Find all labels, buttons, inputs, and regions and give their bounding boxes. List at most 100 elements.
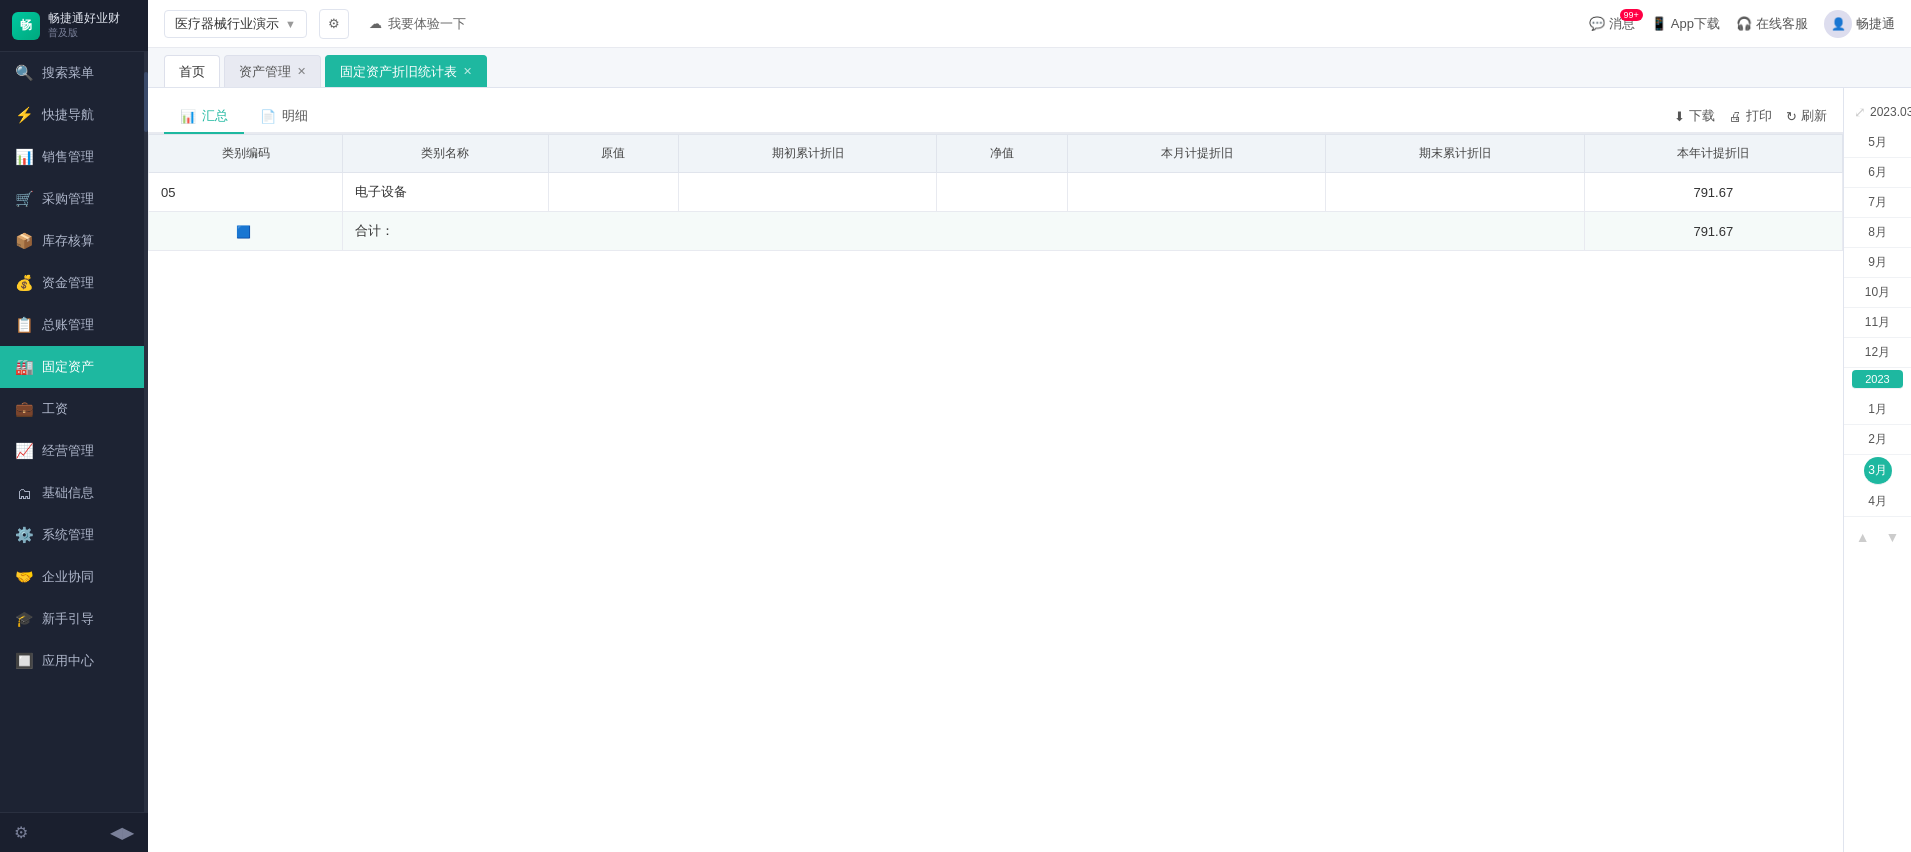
- tab-label-assets: 资产管理: [239, 63, 291, 81]
- date-panel-header: 2023.03: [1870, 101, 1911, 123]
- message-badge: 99+: [1620, 9, 1643, 21]
- experience-label: 我要体验一下: [388, 15, 466, 33]
- date-month-12月[interactable]: 12月: [1844, 338, 1911, 368]
- inventory-icon: 📦: [14, 231, 34, 251]
- tab-close-icon[interactable]: ✕: [463, 65, 472, 78]
- date-panel: ⤢ 2023.03 ✕ 5月6月7月8月9月10月11月12月 2023 1月2…: [1843, 88, 1911, 852]
- col-period-end-accum: 期末累计折旧: [1326, 135, 1584, 173]
- search-icon: 🔍: [14, 63, 34, 83]
- message-icon: 💬: [1589, 16, 1605, 31]
- sidebar-item-quicknav[interactable]: ⚡快捷导航: [0, 94, 148, 136]
- subtotal-label: 合计：: [355, 223, 394, 238]
- print-button[interactable]: 🖨 打印: [1729, 107, 1772, 125]
- date-prev-icon[interactable]: ▲: [1852, 525, 1874, 549]
- date-month-11月[interactable]: 11月: [1844, 308, 1911, 338]
- company-chevron-icon: ▼: [285, 18, 296, 30]
- sidebar-item-guide[interactable]: 🎓新手引导: [0, 598, 148, 640]
- sidebar-item-sales[interactable]: 📊 销售管理: [0, 136, 148, 178]
- subtab-detail[interactable]: 📄 明细: [244, 100, 324, 134]
- topbar-right: 💬 消息 99+ 📱 App下载 🎧 在线客服 👤 畅捷通: [1589, 10, 1895, 38]
- date-section-2023: 1月2月3月4月: [1844, 395, 1911, 517]
- col-year-depr: 本年计提折旧: [1584, 135, 1842, 173]
- finance-icon: 💰: [14, 273, 34, 293]
- app-icon: 📱: [1651, 16, 1667, 31]
- download-label: 下载: [1689, 107, 1715, 125]
- date-month-9月[interactable]: 9月: [1844, 248, 1911, 278]
- app-download-button[interactable]: 📱 App下载: [1651, 15, 1720, 33]
- sidebar-label-fixed: 固定资产: [42, 358, 94, 376]
- experience-button[interactable]: ☁ 我要体验一下: [361, 11, 474, 37]
- company-selector[interactable]: 医疗器械行业演示 ▼: [164, 10, 307, 38]
- refresh-icon: ↻: [1786, 109, 1797, 124]
- cell-original: [548, 173, 679, 212]
- sidebar-item-basic[interactable]: 🗂基础信息: [0, 472, 148, 514]
- sidebar-item-search[interactable]: 🔍搜索菜单: [0, 52, 148, 94]
- date-month-5月[interactable]: 5月: [1844, 128, 1911, 158]
- subtotal-row: 🟦 合计： 791.67: [149, 212, 1843, 251]
- date-month-2023-3月[interactable]: 3月: [1864, 457, 1892, 485]
- col-original: 原值: [548, 135, 679, 173]
- message-button[interactable]: 💬 消息 99+: [1589, 15, 1635, 33]
- sidebar-label-operation: 经营管理: [42, 442, 94, 460]
- date-month-2023-2月[interactable]: 2月: [1844, 425, 1911, 455]
- basic-icon: 🗂: [14, 483, 34, 503]
- subtabs-left: 📊 汇总 📄 明细: [164, 100, 324, 132]
- ledger-icon: 📋: [14, 315, 34, 335]
- sidebar-item-ledger[interactable]: 📋 总账管理: [0, 304, 148, 346]
- detail-label: 明细: [282, 107, 308, 125]
- col-period-accum: 期初累计折旧: [679, 135, 937, 173]
- date-section-prev: 5月6月7月8月9月10月11月12月: [1844, 128, 1911, 368]
- online-service-button[interactable]: 🎧 在线客服: [1736, 15, 1808, 33]
- cell-period-end-accum: [1326, 173, 1584, 212]
- sidebar-label-quicknav: 快捷导航: [42, 106, 94, 124]
- tab-depreciation[interactable]: 固定资产折旧统计表 ✕: [325, 55, 487, 87]
- sidebar-label-finance: 资金管理: [42, 274, 94, 292]
- sidebar-item-appstore[interactable]: 🔲应用中心: [0, 640, 148, 682]
- download-button[interactable]: ⬇ 下载: [1674, 107, 1715, 125]
- year-2023-tag[interactable]: 2023: [1852, 370, 1903, 389]
- appstore-icon: 🔲: [14, 651, 34, 671]
- date-month-2023-4月[interactable]: 4月: [1844, 487, 1911, 517]
- sidebar-item-fixed[interactable]: 🏭 固定资产: [0, 346, 148, 388]
- sidebar-item-purchase[interactable]: 🛒采购管理: [0, 178, 148, 220]
- date-month-6月[interactable]: 6月: [1844, 158, 1911, 188]
- logo-icon: 畅: [12, 12, 40, 40]
- depreciation-table: 类别编码 类别名称 原值 期初累计折旧 净值 本月计提折旧 期末累计折旧 本年计…: [148, 134, 1843, 251]
- date-next-icon[interactable]: ▼: [1882, 525, 1904, 549]
- cell-month-depr: [1067, 173, 1325, 212]
- col-code: 类别编码: [149, 135, 343, 173]
- tab-home[interactable]: 首页: [164, 55, 220, 87]
- collapse-icon[interactable]: ◀▶: [110, 823, 134, 842]
- content-area: 📊 汇总 📄 明细 ⬇ 下载 🖨 打印: [148, 88, 1911, 852]
- subtotal-label-cell: 🟦: [149, 212, 343, 251]
- print-icon: 🖨: [1729, 109, 1742, 124]
- subtab-summary[interactable]: 📊 汇总: [164, 100, 244, 134]
- date-month-2023-1月[interactable]: 1月: [1844, 395, 1911, 425]
- detail-icon: 📄: [260, 109, 276, 124]
- sidebar-item-salary[interactable]: 💼工资: [0, 388, 148, 430]
- sidebar: 畅 畅捷通好业财 普及版 🔍搜索菜单⚡快捷导航📊销售管理🛒采购管理📦库存核算💰资…: [0, 0, 148, 852]
- sidebar-item-corp[interactable]: 🤝企业协同: [0, 556, 148, 598]
- sidebar-item-system[interactable]: ⚙️系统管理: [0, 514, 148, 556]
- tab-label-depreciation: 固定资产折旧统计表: [340, 63, 457, 81]
- sidebar-item-operation[interactable]: 📈经营管理: [0, 430, 148, 472]
- purchase-icon: 🛒: [14, 189, 34, 209]
- settings-icon[interactable]: ⚙: [14, 823, 28, 842]
- sidebar-label-ledger: 总账管理: [42, 316, 94, 334]
- sidebar-nav: 🔍搜索菜单⚡快捷导航 📊 销售管理 🛒采购管理📦库存核算 💰 资金管理 📋 总账管理 🏭 固定资产…: [0, 52, 148, 812]
- tab-assets[interactable]: 资产管理 ✕: [224, 55, 321, 87]
- tab-close-icon[interactable]: ✕: [297, 65, 306, 78]
- user-area[interactable]: 👤 畅捷通: [1824, 10, 1895, 38]
- refresh-button[interactable]: ↻ 刷新: [1786, 107, 1827, 125]
- fixed-icon: 🏭: [14, 357, 34, 377]
- date-month-8月[interactable]: 8月: [1844, 218, 1911, 248]
- tab-label-home: 首页: [179, 63, 205, 81]
- sidebar-item-finance[interactable]: 💰 资金管理: [0, 262, 148, 304]
- date-month-10月[interactable]: 10月: [1844, 278, 1911, 308]
- sidebar-label-sales: 销售管理: [42, 148, 94, 166]
- panel-expand-icon[interactable]: ⤢: [1850, 100, 1870, 124]
- topbar-settings-button[interactable]: ⚙: [319, 9, 349, 39]
- sidebar-item-inventory[interactable]: 📦库存核算: [0, 220, 148, 262]
- date-month-7月[interactable]: 7月: [1844, 188, 1911, 218]
- sales-icon: 📊: [14, 147, 34, 167]
